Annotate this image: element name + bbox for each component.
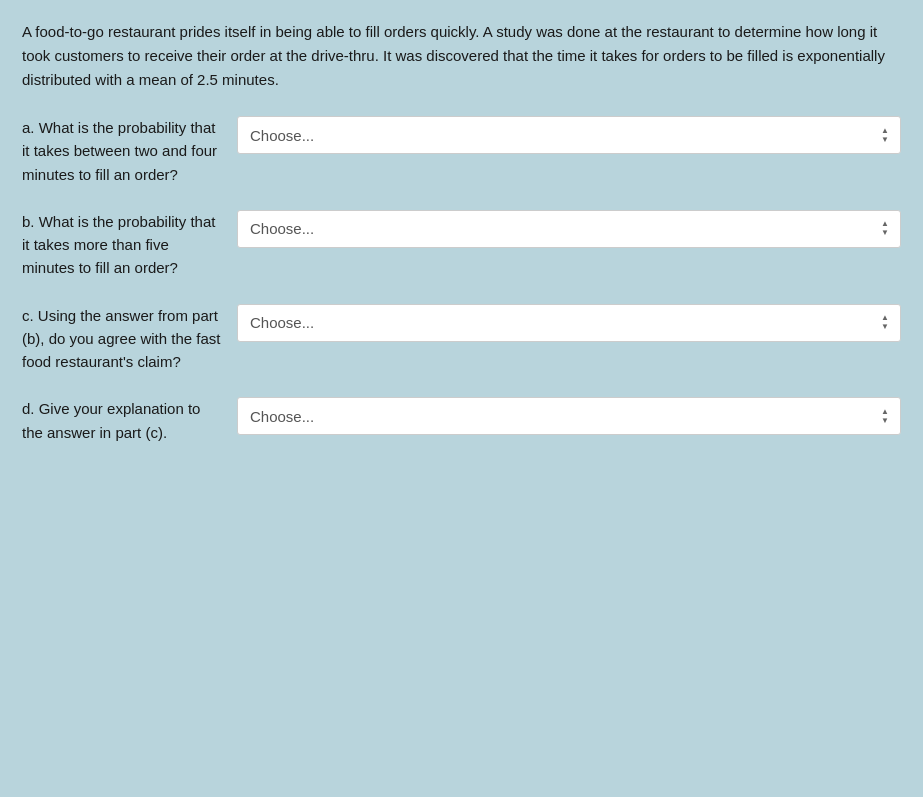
select-wrapper-b: Choose...	[237, 210, 901, 248]
select-c[interactable]: Choose...	[237, 304, 901, 342]
question-label-b: b. What is the probability that it takes…	[22, 210, 237, 280]
intro-paragraph: A food-to-go restaurant prides itself in…	[22, 20, 901, 92]
select-wrapper-d: Choose...	[237, 397, 901, 435]
select-a[interactable]: Choose...	[237, 116, 901, 154]
select-b[interactable]: Choose...	[237, 210, 901, 248]
select-wrapper-c: Choose...	[237, 304, 901, 342]
question-block-c: c. Using the answer from part (b), do yo…	[22, 304, 901, 374]
question-label-a: a. What is the probability that it takes…	[22, 116, 237, 186]
question-block-d: d. Give your explanation to the answer i…	[22, 397, 901, 444]
select-wrapper-a: Choose...	[237, 116, 901, 154]
question-block-a: a. What is the probability that it takes…	[22, 116, 901, 186]
question-block-b: b. What is the probability that it takes…	[22, 210, 901, 280]
question-label-d: d. Give your explanation to the answer i…	[22, 397, 237, 444]
question-label-c: c. Using the answer from part (b), do yo…	[22, 304, 237, 374]
select-d[interactable]: Choose...	[237, 397, 901, 435]
